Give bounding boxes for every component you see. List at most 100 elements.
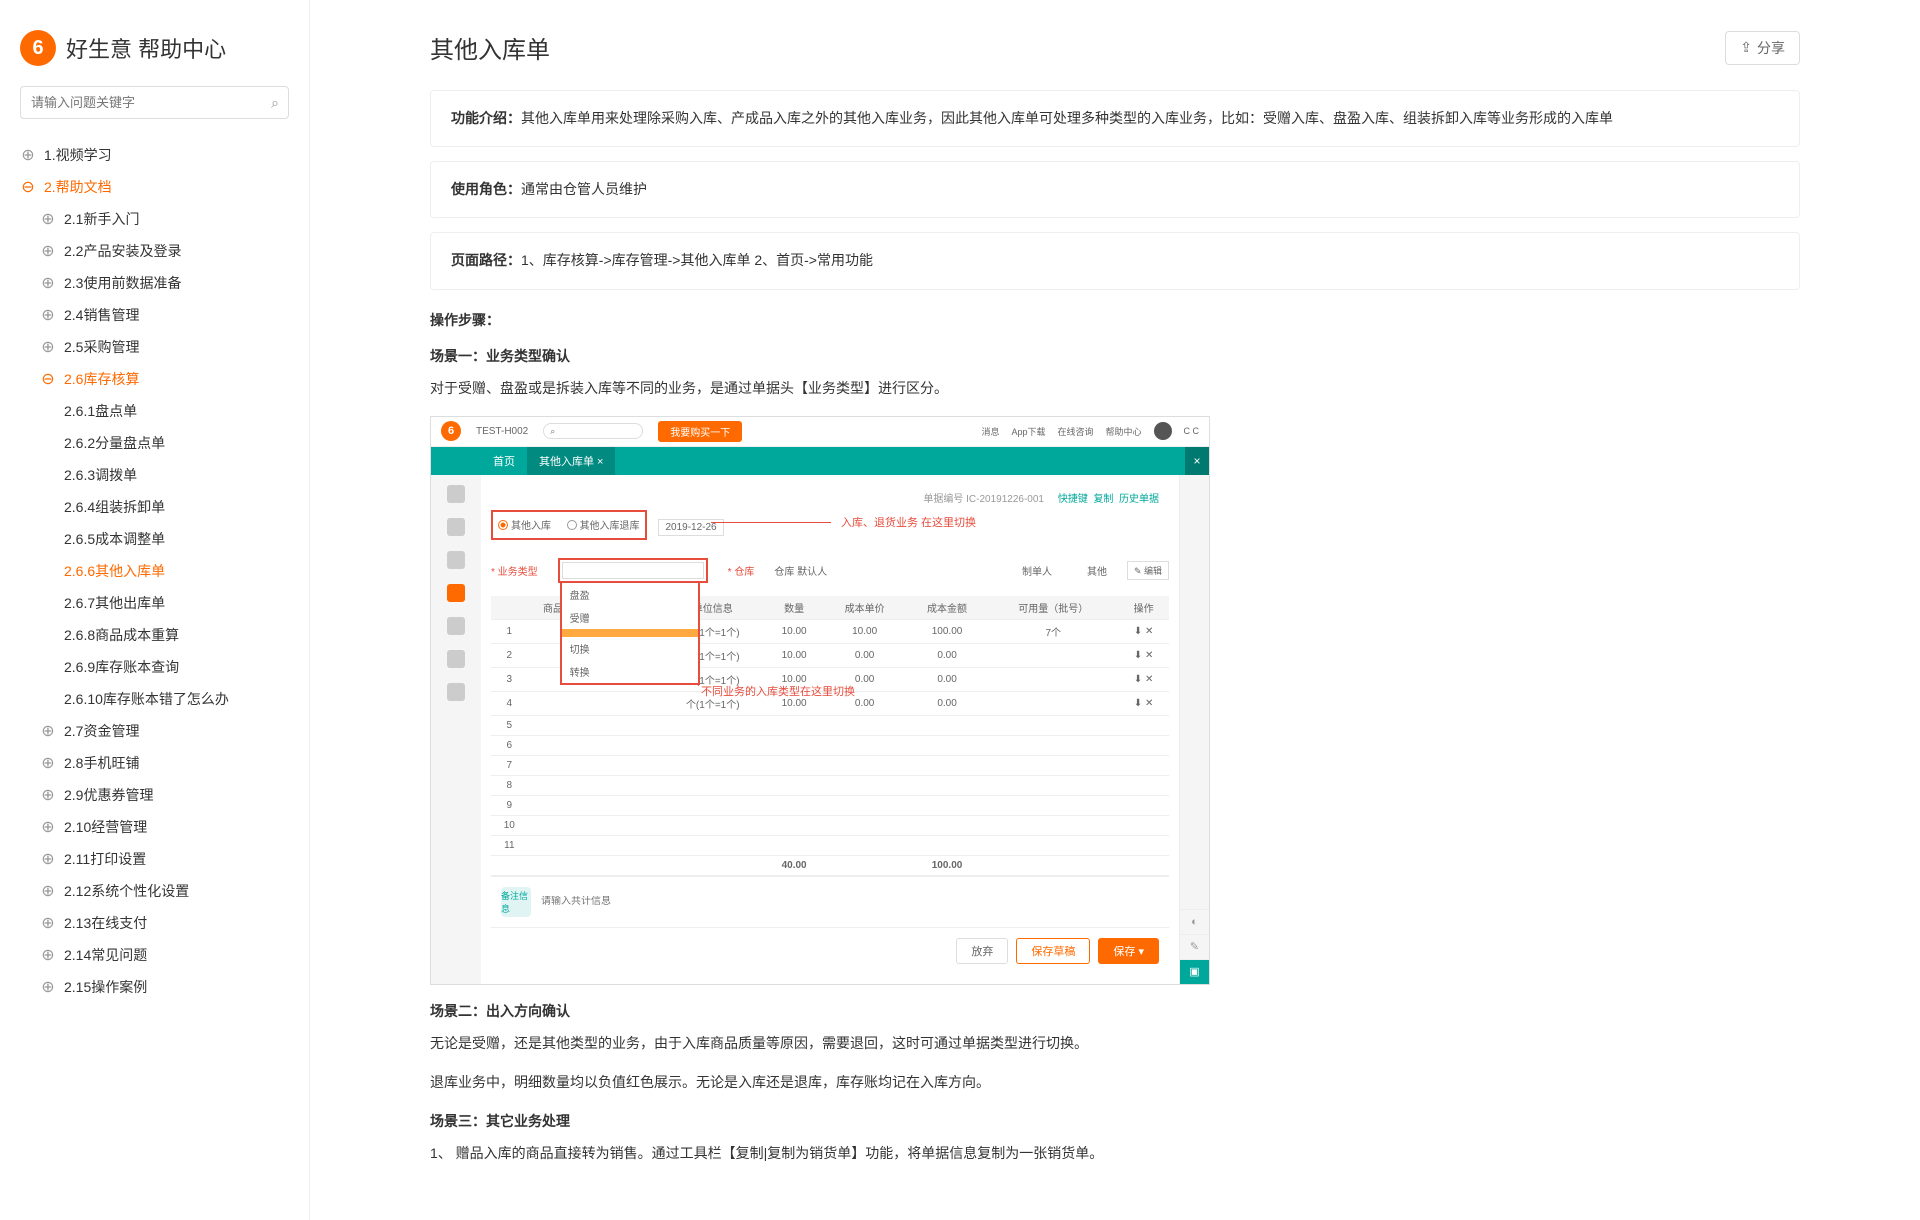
ss-memo-input[interactable] xyxy=(541,896,1159,907)
nav-item[interactable]: 2.12系统个性化设置 xyxy=(20,875,289,907)
ss-toolbar-link-2[interactable]: 复制 xyxy=(1093,494,1113,505)
nav-item[interactable]: 2.6.9库存账本查询 xyxy=(20,651,289,683)
ss-table-row[interactable]: 7 xyxy=(491,755,1169,775)
nav-item[interactable]: 2.4销售管理 xyxy=(20,299,289,331)
ss-table-row[interactable]: 10 xyxy=(491,815,1169,835)
nav-item-label: 2.3使用前数据准备 xyxy=(64,273,181,293)
ss-right-toolbar: ▣ ✎ ◐ xyxy=(1179,475,1209,984)
nav-item[interactable]: 2.14常见问题 xyxy=(20,939,289,971)
nav-item[interactable]: 2.6.1盘点单 xyxy=(20,395,289,427)
nav-item[interactable]: 2.6.3调拨单 xyxy=(20,459,289,491)
ss-search-input[interactable] xyxy=(543,423,643,439)
ss-toolbar-link-1[interactable]: 快捷键 xyxy=(1058,494,1088,505)
ss-td: 7个 xyxy=(988,619,1118,643)
ss-td xyxy=(906,755,988,775)
nav-item[interactable]: 2.5采购管理 xyxy=(20,331,289,363)
ss-dd-item-2[interactable]: 受赠 xyxy=(562,606,698,629)
ss-td xyxy=(765,775,824,795)
ss-th: 操作 xyxy=(1118,596,1169,620)
ss-right-item-1[interactable]: ▣ xyxy=(1180,959,1209,984)
ss-table-row[interactable]: 11 xyxy=(491,835,1169,855)
ss-td: 10.00 xyxy=(823,619,905,643)
ss-right-item-2[interactable]: ✎ xyxy=(1180,934,1209,959)
ss-sidebar-icon-7[interactable] xyxy=(447,683,465,701)
ss-top-link-help[interactable]: 帮助中心 xyxy=(1105,425,1141,438)
nav-item[interactable]: 2.6.5成本调整单 xyxy=(20,523,289,555)
ss-dd-item-1[interactable]: 盘盈 xyxy=(562,583,698,606)
ss-top-link-app[interactable]: App下载 xyxy=(1011,425,1045,438)
ss-top-link-user[interactable]: C C xyxy=(1184,426,1200,436)
ss-sidebar-icon-2[interactable] xyxy=(447,518,465,536)
nav-item[interactable]: 2.13在线支付 xyxy=(20,907,289,939)
ss-td xyxy=(528,691,579,715)
nav-item[interactable]: 2.6库存核算 xyxy=(20,363,289,395)
nav-item-label: 2.5采购管理 xyxy=(64,337,139,357)
ss-td xyxy=(578,795,660,815)
nav-item[interactable]: 2.10经营管理 xyxy=(20,811,289,843)
ss-radio-in[interactable]: 其他入库 xyxy=(498,517,551,532)
ss-wh-value: 仓库 默认人 xyxy=(774,563,827,578)
ss-sidebar-icon-5[interactable] xyxy=(447,617,465,635)
ss-sidebar-icon-3[interactable] xyxy=(447,551,465,569)
nav-item[interactable]: 2.9优惠券管理 xyxy=(20,779,289,811)
ss-td xyxy=(906,835,988,855)
page-title: 其他入库单 xyxy=(430,30,550,65)
ss-btn-cancel[interactable]: 放弃 xyxy=(956,938,1008,964)
ss-toolbar-link-3[interactable]: 历史单据 xyxy=(1119,494,1159,505)
nav-item[interactable]: 2.3使用前数据准备 xyxy=(20,267,289,299)
ss-radio-out[interactable]: 其他入库退库 xyxy=(567,517,640,532)
nav-item-label: 2.6.7其他出库单 xyxy=(64,593,165,613)
nav-item[interactable]: 2.6.8商品成本重算 xyxy=(20,619,289,651)
nav-item[interactable]: 2.1新手入门 xyxy=(20,203,289,235)
ss-top-link-msg[interactable]: 消息 xyxy=(981,425,999,438)
ss-tab-form[interactable]: 其他入库单 × xyxy=(527,447,615,475)
ss-table-row[interactable]: 8 xyxy=(491,775,1169,795)
nav-item[interactable]: 2.6.6其他入库单 xyxy=(20,555,289,587)
nav-item[interactable]: 2.6.4组装拆卸单 xyxy=(20,491,289,523)
share-button[interactable]: ⇪ 分享 xyxy=(1725,31,1800,65)
ss-td: 10.00 xyxy=(765,643,824,667)
ss-tab-close-icon[interactable]: × xyxy=(1185,447,1209,475)
ss-td xyxy=(578,691,660,715)
nav-item-label: 1.视频学习 xyxy=(44,145,112,165)
ss-top-link-chat[interactable]: 在线咨询 xyxy=(1057,425,1093,438)
ss-td xyxy=(528,755,579,775)
search-icon[interactable]: ⌕ xyxy=(271,94,279,111)
nav-item[interactable]: 2.8手机旺铺 xyxy=(20,747,289,779)
nav-item[interactable]: 2.帮助文档 xyxy=(20,171,289,203)
search-input[interactable] xyxy=(20,86,289,119)
ss-table-row[interactable]: 6 xyxy=(491,735,1169,755)
ss-dd-item-4[interactable]: 切换 xyxy=(562,637,698,660)
ss-td xyxy=(528,775,579,795)
nav-item[interactable]: 2.11打印设置 xyxy=(20,843,289,875)
ss-dd-item-3[interactable] xyxy=(562,629,698,637)
ss-sidebar-icon-active[interactable] xyxy=(447,584,465,602)
ss-td xyxy=(823,735,905,755)
nav-item[interactable]: 1.视频学习 xyxy=(20,139,289,171)
nav-item[interactable]: 2.6.10库存账本错了怎么办 xyxy=(20,683,289,715)
nav-item[interactable]: 2.15操作案例 xyxy=(20,971,289,1003)
plus-icon xyxy=(40,211,56,227)
ss-total-amount: 100.00 xyxy=(906,855,988,875)
ss-btn-draft[interactable]: 保存草稿 xyxy=(1016,938,1090,964)
nav-item-label: 2.11打印设置 xyxy=(64,849,146,869)
main-content: 其他入库单 ⇪ 分享 功能介绍：其他入库单用来处理除采购入库、产成品入库之外的其… xyxy=(310,0,1920,1220)
ss-btn-save[interactable]: 保存 ▾ xyxy=(1098,938,1159,964)
ss-dd-item-5[interactable]: 转换 xyxy=(562,660,698,683)
ss-tab-home[interactable]: 首页 xyxy=(481,447,527,475)
ss-sidebar-icon-1[interactable] xyxy=(447,485,465,503)
ss-buy-button[interactable]: 我要购买一下 xyxy=(658,421,742,442)
nav-item[interactable]: 2.2产品安装及登录 xyxy=(20,235,289,267)
ss-td: 8 xyxy=(491,775,528,795)
nav-item[interactable]: 2.7资金管理 xyxy=(20,715,289,747)
nav-item[interactable]: 2.6.7其他出库单 xyxy=(20,587,289,619)
ss-table-row[interactable]: 9 xyxy=(491,795,1169,815)
ss-td: 10 xyxy=(491,815,528,835)
ss-avatar-icon[interactable] xyxy=(1154,422,1172,440)
ss-table-row[interactable]: 5 xyxy=(491,715,1169,735)
ss-sidebar-icon-6[interactable] xyxy=(447,650,465,668)
nav-item[interactable]: 2.6.2分量盘点单 xyxy=(20,427,289,459)
minus-icon xyxy=(40,371,56,387)
ss-right-item-3[interactable]: ◐ xyxy=(1180,909,1209,934)
ss-biz-type-input[interactable] xyxy=(562,562,704,579)
